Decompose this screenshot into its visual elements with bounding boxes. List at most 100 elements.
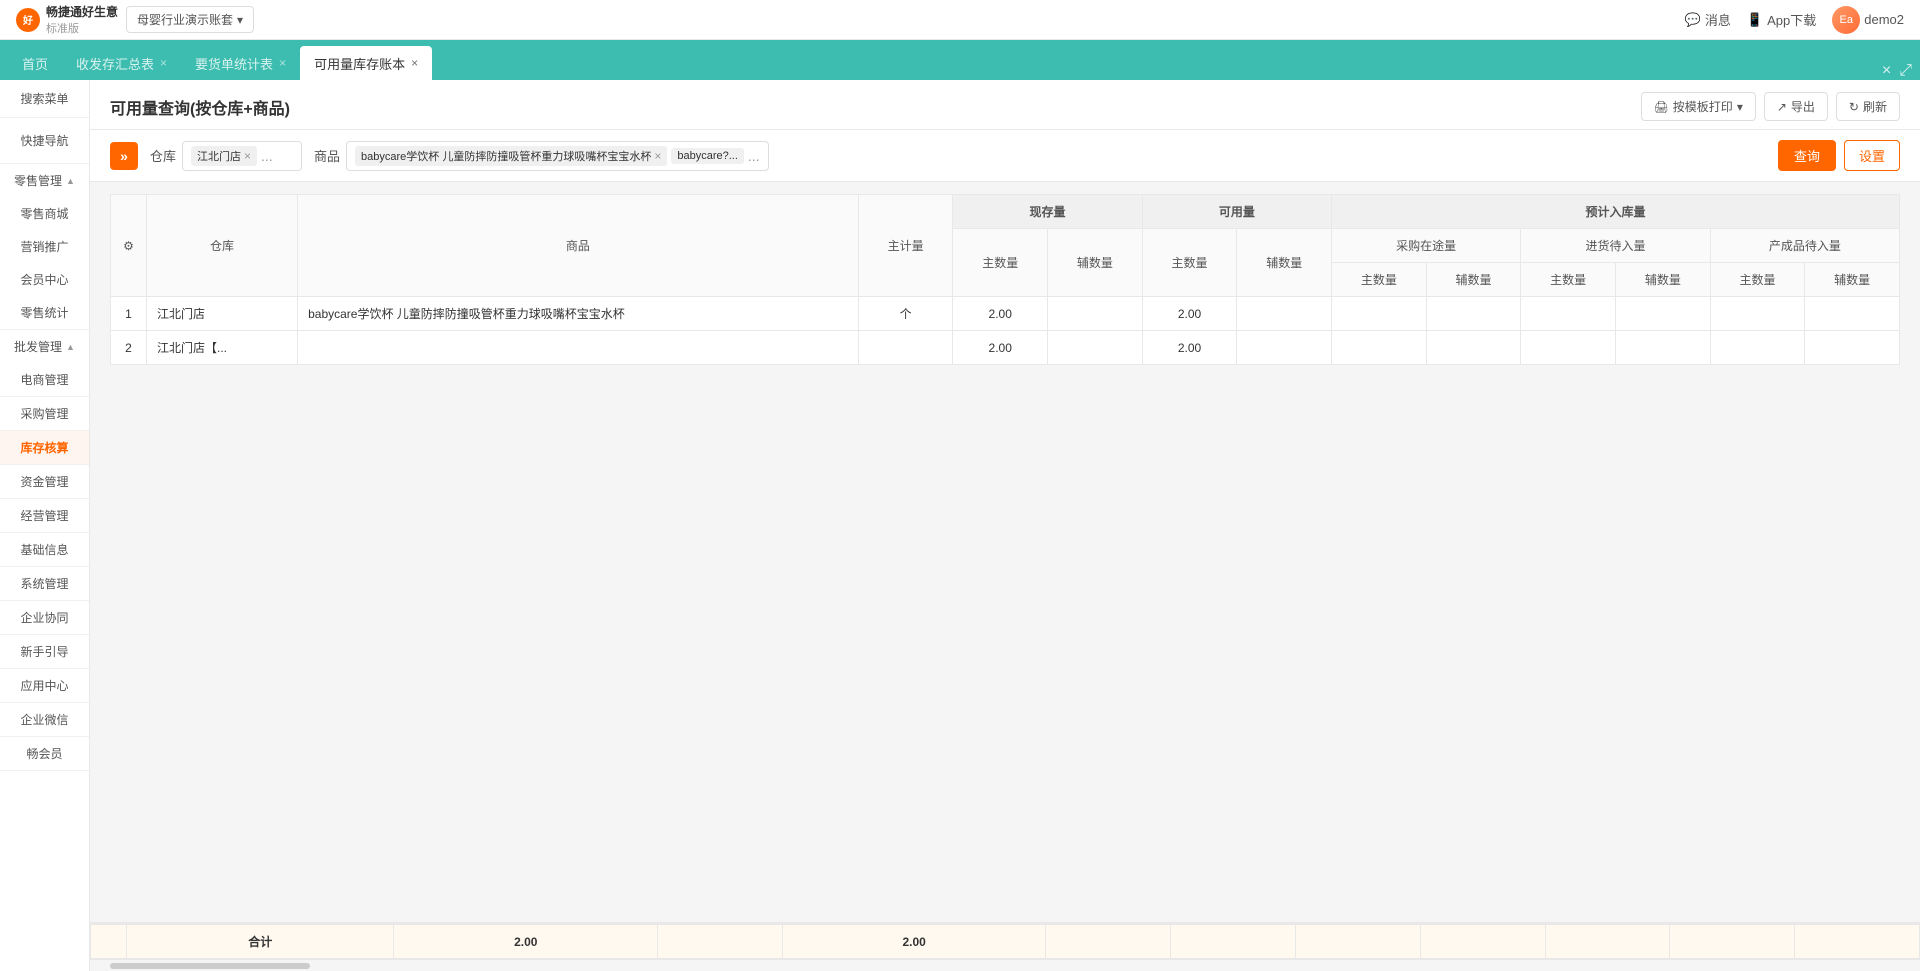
- warehouse-tag-value: 江北门店: [197, 148, 241, 164]
- app-download-button[interactable]: 📱 App下载: [1747, 10, 1816, 29]
- sidebar-item-retail-stats[interactable]: 零售统计: [0, 296, 89, 329]
- sidebar-item-retail-mall[interactable]: 零售商城: [0, 197, 89, 230]
- refresh-label: 刷新: [1863, 98, 1887, 115]
- refresh-button[interactable]: ↻ 刷新: [1836, 92, 1900, 121]
- filter-more-icon[interactable]: ...: [261, 148, 273, 164]
- sidebar-item-wechat[interactable]: 企业微信: [0, 703, 89, 736]
- horizontal-scrollbar[interactable]: [110, 963, 310, 969]
- sidebar-item-member[interactable]: 会员中心: [0, 263, 89, 296]
- industry-selector[interactable]: 母婴行业演示账套 ▾: [126, 6, 254, 33]
- table-container[interactable]: ⚙ 仓库 商品 主计量 现存量 可用量 预计入库量 主数量 辅数量 主数量 辅数…: [90, 182, 1920, 922]
- row-purchase-transit-main: [1332, 297, 1427, 331]
- sidebar-item-newbie[interactable]: 新手引导: [0, 635, 89, 668]
- summary-goods-pending-aux: [1545, 925, 1670, 959]
- summary-empty-1: [91, 925, 127, 959]
- row-available-aux: [1237, 297, 1332, 331]
- expand-icon[interactable]: ⤢: [1899, 62, 1912, 80]
- settings-button[interactable]: 设置: [1844, 140, 1900, 171]
- message-button[interactable]: 💬 消息: [1685, 10, 1731, 29]
- product-more-icon[interactable]: ...: [748, 148, 760, 164]
- industry-label: 母婴行业演示账套: [137, 11, 233, 28]
- print-icon: 🖨: [1654, 100, 1669, 114]
- tab-order-stats[interactable]: 要货单统计表 ×: [181, 46, 300, 80]
- col-products-pending-aux-header: 辅数量: [1805, 263, 1900, 297]
- tab-bar: 首页 收发存汇总表 × 要货单统计表 × 可用量库存账本 × × ⤢: [0, 40, 1920, 80]
- filter-toggle-button[interactable]: »: [110, 142, 138, 170]
- export-button[interactable]: ↗ 导出: [1764, 92, 1828, 121]
- row-goods-pending-aux: [1616, 331, 1711, 365]
- summary-available-main: 2.00: [782, 925, 1046, 959]
- sidebar-item-purchase[interactable]: 采购管理: [0, 397, 89, 430]
- tab-order-close[interactable]: ×: [279, 56, 286, 70]
- col-estimated-inbound-header: 预计入库量: [1332, 195, 1900, 229]
- sidebar: 搜索菜单 快捷导航 零售管理 零售商城 营销推广 会员中心 零售统计 批发管理 …: [0, 80, 90, 971]
- table-footer: 合计 2.00 2.00: [90, 922, 1920, 971]
- col-available-main-header: 主数量: [1142, 229, 1237, 297]
- sidebar-section-purchase: 采购管理: [0, 397, 89, 431]
- sidebar-section-retail-header[interactable]: 零售管理: [0, 164, 89, 197]
- tab-receivable-close[interactable]: ×: [160, 56, 167, 70]
- tab-available-close[interactable]: ×: [411, 56, 418, 70]
- sidebar-section-newbie: 新手引导: [0, 635, 89, 669]
- row-products-pending-main: [1710, 331, 1805, 365]
- top-bar: 好 畅捷通好生意 标准版 母婴行业演示账套 ▾ 💬 消息 📱 App下载 Ea …: [0, 0, 1920, 40]
- warehouse-tag: 江北门店 ×: [191, 146, 257, 166]
- warehouse-tag-close[interactable]: ×: [244, 149, 251, 163]
- sidebar-item-inventory[interactable]: 库存核算: [0, 431, 89, 464]
- avatar: Ea: [1832, 6, 1860, 34]
- row-stock-main: 2.00: [953, 297, 1048, 331]
- filter-bar: » 仓库 江北门店 × ... 商品 babycare学饮杯 儿童防摔防撞吸管杯…: [90, 130, 1920, 182]
- sidebar-item-ecommerce[interactable]: 电商管理: [0, 363, 89, 396]
- tab-receivable-summary[interactable]: 收发存汇总表 ×: [62, 46, 181, 80]
- col-stock-main-header: 主数量: [953, 229, 1048, 297]
- row-products-pending-aux: [1805, 331, 1900, 365]
- row-stock-aux: [1048, 331, 1143, 365]
- settings-icon: ⚙: [123, 239, 134, 253]
- sidebar-search-text[interactable]: 搜索菜单: [8, 90, 81, 107]
- sidebar-item-basic[interactable]: 基础信息: [0, 533, 89, 566]
- sidebar-section-vip: 畅会员: [0, 737, 89, 771]
- query-button[interactable]: 查询: [1778, 140, 1836, 171]
- row-available-main: 2.00: [1142, 331, 1237, 365]
- sidebar-item-enterprise[interactable]: 企业协同: [0, 601, 89, 634]
- user-menu[interactable]: Ea demo2: [1832, 6, 1904, 34]
- product-tag-2: babycare?...: [671, 148, 744, 164]
- sidebar-section-wholesale-header[interactable]: 批发管理: [0, 330, 89, 363]
- sidebar-item-system[interactable]: 系统管理: [0, 567, 89, 600]
- product-tag-1-close[interactable]: ×: [654, 149, 661, 163]
- table-row: 2 江北门店【... 2.00 2.00: [111, 331, 1900, 365]
- warehouse-filter-input[interactable]: 江北门店 × ...: [182, 141, 302, 171]
- chevron-down-icon: ▾: [237, 13, 243, 27]
- page-header: 可用量查询(按仓库+商品) 🖨 按模板打印 ▾ ↗ 导出 ↻ 刷新: [90, 80, 1920, 130]
- sidebar-search[interactable]: 搜索菜单: [0, 80, 89, 118]
- sidebar-item-quick-nav[interactable]: 快捷导航: [0, 124, 89, 157]
- sidebar-item-vip[interactable]: 畅会员: [0, 737, 89, 770]
- user-name: demo2: [1864, 12, 1904, 27]
- tab-available-stock[interactable]: 可用量库存账本 ×: [300, 46, 432, 80]
- sidebar-item-operations[interactable]: 经营管理: [0, 499, 89, 532]
- tab-receivable-label: 收发存汇总表: [76, 54, 154, 73]
- download-icon: 📱: [1747, 12, 1763, 28]
- col-available-aux-header: 辅数量: [1237, 229, 1332, 297]
- data-table: ⚙ 仓库 商品 主计量 现存量 可用量 预计入库量 主数量 辅数量 主数量 辅数…: [110, 194, 1900, 365]
- close-all-icon[interactable]: ×: [1882, 62, 1891, 80]
- col-product-header: 商品: [298, 195, 859, 297]
- sidebar-section-wechat: 企业微信: [0, 703, 89, 737]
- col-settings-header[interactable]: ⚙: [111, 195, 147, 297]
- app-download-label: App下载: [1767, 10, 1816, 29]
- print-chevron: ▾: [1737, 100, 1743, 114]
- col-warehouse-header: 仓库: [147, 195, 298, 297]
- summary-label-cell: 合计: [127, 925, 394, 959]
- sidebar-section-app-center: 应用中心: [0, 669, 89, 703]
- col-purchase-transit-header: 采购在途量: [1332, 229, 1521, 263]
- summary-table: 合计 2.00 2.00: [90, 924, 1920, 959]
- tab-home[interactable]: 首页: [8, 46, 62, 80]
- tab-available-label: 可用量库存账本: [314, 54, 405, 73]
- print-button[interactable]: 🖨 按模板打印 ▾: [1641, 92, 1756, 121]
- sidebar-item-app-center[interactable]: 应用中心: [0, 669, 89, 702]
- page-title: 可用量查询(按仓库+商品): [110, 95, 290, 119]
- sidebar-item-marketing[interactable]: 营销推广: [0, 230, 89, 263]
- product-filter-input[interactable]: babycare学饮杯 儿童防摔防撞吸管杯重力球吸嘴杯宝宝水杯 × babyca…: [346, 141, 769, 171]
- summary-purchase-transit-aux: [1296, 925, 1421, 959]
- sidebar-item-finance[interactable]: 资金管理: [0, 465, 89, 498]
